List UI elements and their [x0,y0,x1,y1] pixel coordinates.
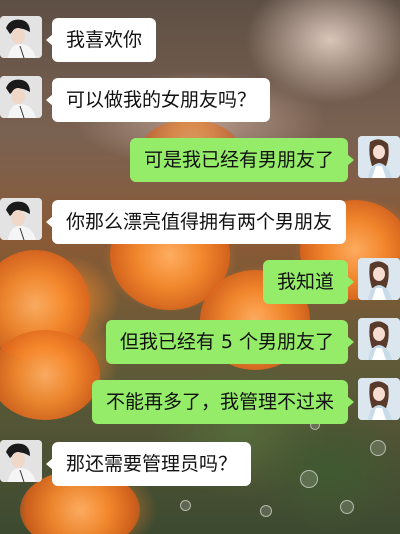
girl-avatar-icon [358,318,400,360]
incoming-message[interactable]: 那还需要管理员吗？ [45,442,252,486]
incoming-message[interactable]: 可以做我的女朋友吗？ [45,78,271,122]
boy-avatar-icon [0,16,42,58]
message-row: 我知道 [0,258,400,310]
message-row: 可是我已经有男朋友了 [0,136,400,188]
message-row: 但我已经有 5 个男朋友了 [0,318,400,370]
girl-avatar-icon [358,136,400,178]
my-avatar[interactable] [358,258,400,300]
my-avatar[interactable] [358,136,400,178]
my-avatar[interactable] [358,318,400,360]
contact-avatar[interactable] [0,76,42,118]
girl-avatar-icon [358,258,400,300]
my-avatar[interactable] [358,378,400,420]
water-drop [260,505,272,517]
message-row: 你那么漂亮值得拥有两个男朋友 [0,198,400,250]
boy-avatar-icon [0,198,42,240]
message-row: 不能再多了，我管理不过来 [0,378,400,430]
message-row: 那还需要管理员吗？ [0,440,400,492]
outgoing-message[interactable]: 不能再多了，我管理不过来 [91,380,355,424]
water-drop [180,500,191,511]
contact-avatar[interactable] [0,440,42,482]
boy-avatar-icon [0,440,42,482]
contact-avatar[interactable] [0,198,42,240]
water-drop [340,500,354,514]
outgoing-message[interactable]: 可是我已经有男朋友了 [129,138,355,182]
incoming-message[interactable]: 我喜欢你 [45,18,157,62]
girl-avatar-icon [358,378,400,420]
message-row: 我喜欢你 [0,16,400,68]
outgoing-message[interactable]: 我知道 [262,260,355,304]
boy-avatar-icon [0,76,42,118]
message-row: 可以做我的女朋友吗？ [0,76,400,128]
contact-avatar[interactable] [0,16,42,58]
incoming-message[interactable]: 你那么漂亮值得拥有两个男朋友 [45,200,347,244]
outgoing-message[interactable]: 但我已经有 5 个男朋友了 [105,320,355,364]
